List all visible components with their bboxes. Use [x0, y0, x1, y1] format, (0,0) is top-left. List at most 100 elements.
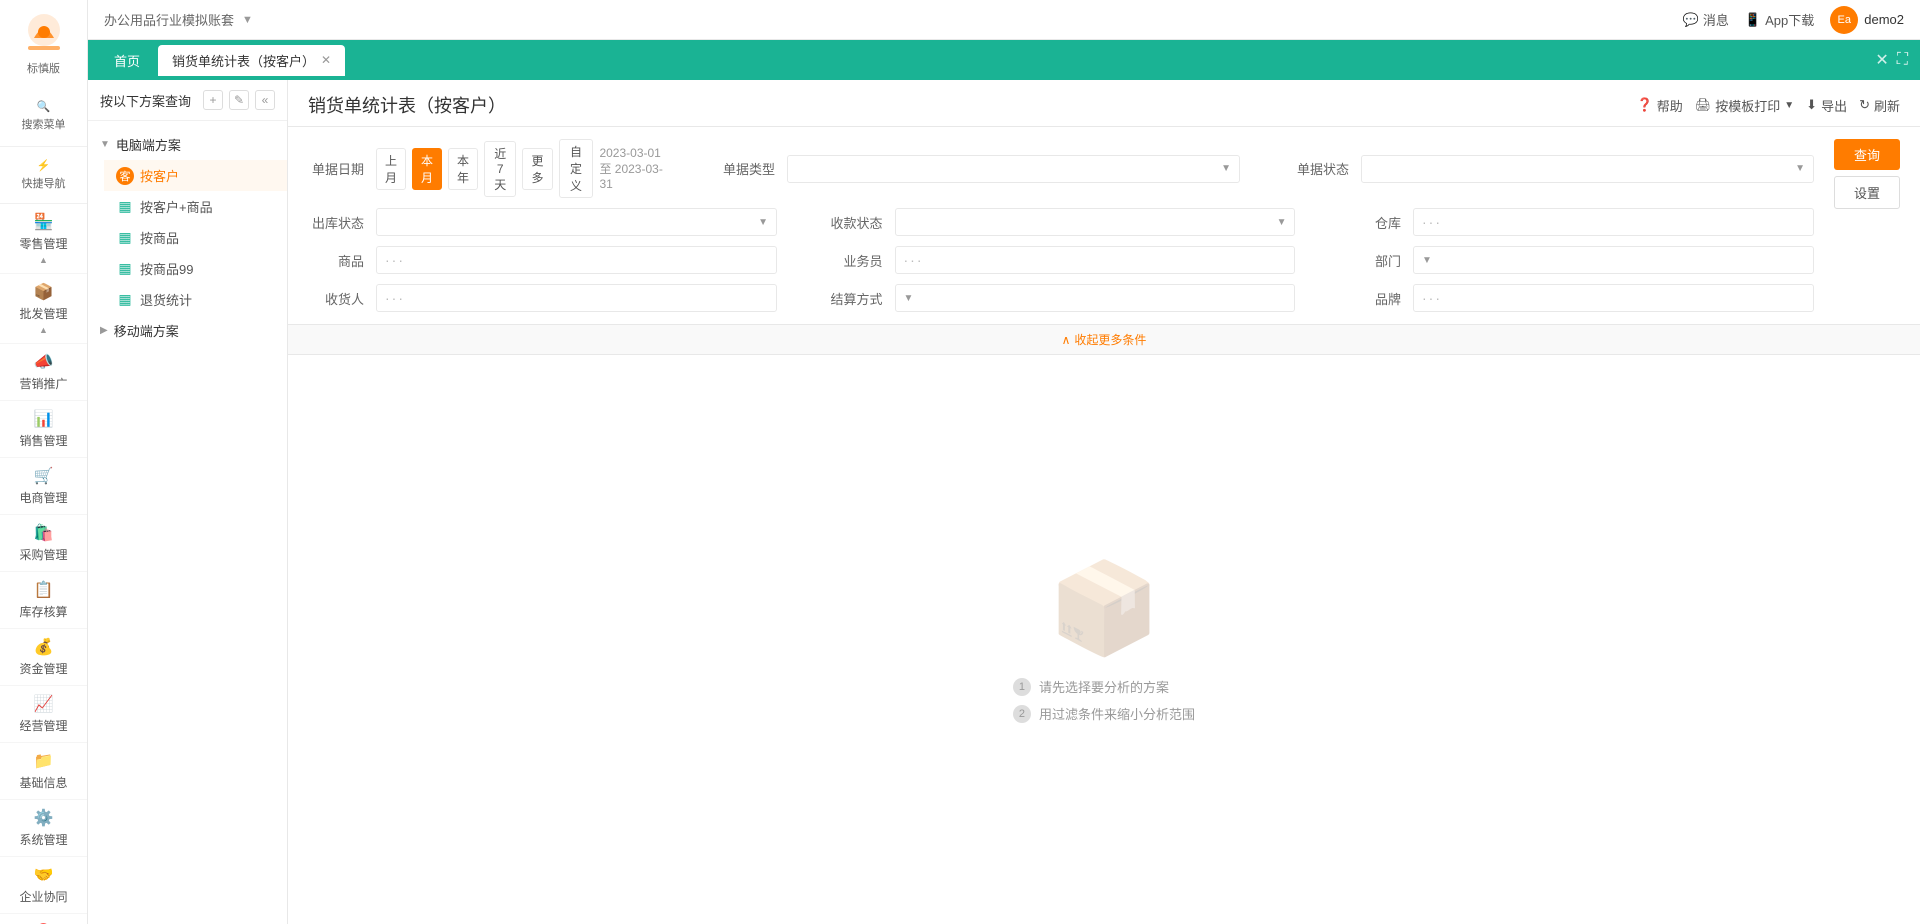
page-actions: ❓ 帮助 🖨 按模板打印 ▼ ⬇ 导出 ↻ 刷新 — [1637, 96, 1900, 115]
date-btn-更多[interactable]: 更多 — [522, 148, 552, 190]
scheme-tree: ▼ 电脑端方案客按客户▦按客户+商品 ▦ 按商品 ▦按商品99 ▦ 退货统计 ▶ 移动端方案 — [88, 121, 287, 924]
sidebar-item-system[interactable]: ⚙️ 系统管理 — [0, 800, 87, 857]
sidebar-item-purchase[interactable]: 🛍️ 采购管理 — [0, 515, 87, 572]
date-filter-group: 上月本月本年近7天更多自定义2023-03-01 至 2023-03-31 — [376, 139, 666, 198]
date-btn-本月[interactable]: 本月 — [412, 148, 442, 190]
tab-sales-stat[interactable]: 销货单统计表（按客户） ✕ — [158, 45, 345, 76]
user-name: demo2 — [1864, 12, 1904, 27]
stock-out-select[interactable]: ▼ — [376, 208, 777, 236]
export-label: 导出 — [1821, 96, 1847, 115]
sidebar-item-inventory[interactable]: 📋 库存核算 — [0, 572, 87, 629]
brand-select[interactable]: ··· — [1413, 284, 1814, 312]
marketing-icon: 📣 — [34, 352, 54, 372]
tree-item-label: 按商品 — [140, 228, 179, 247]
order-type-select[interactable]: ▼ — [787, 155, 1240, 183]
tab-close-icon[interactable]: ✕ — [321, 53, 331, 67]
date-btn-近7天[interactable]: 近7天 — [484, 141, 516, 197]
sidebar-item-operation[interactable]: 📈 经营管理 — [0, 686, 87, 743]
tree-group-header-desktop[interactable]: ▼ 电脑端方案 — [88, 129, 287, 160]
sidebar-item-newbie[interactable]: 🎯 新手引导 — [0, 914, 87, 924]
tree-item-return-stat[interactable]: ▦ 退货统计 — [104, 284, 287, 315]
tab-label: 首页 — [114, 51, 140, 70]
help-button[interactable]: ❓ 帮助 — [1637, 96, 1683, 115]
date-btn-上月[interactable]: 上月 — [376, 148, 406, 190]
breadcrumb-dropdown-icon[interactable]: ▼ — [242, 14, 253, 26]
collapse-scheme-button[interactable]: « — [255, 90, 275, 110]
query-button[interactable]: 查询 — [1834, 139, 1900, 170]
sidebar-item-label: 销售管理 — [19, 432, 67, 449]
chart-icon: ▦ — [116, 229, 134, 247]
print-button[interactable]: 🖨 按模板打印 ▼ — [1695, 96, 1794, 115]
search-menu-label: 搜索菜单 — [22, 116, 66, 132]
refresh-button[interactable]: ↻ 刷新 — [1859, 96, 1900, 115]
quick-nav-section: ⚡ 快捷导航 — [0, 147, 87, 204]
consignee-select[interactable]: ··· — [376, 284, 777, 312]
sidebar-item-ecommerce[interactable]: 🛒 电商管理 — [0, 458, 87, 515]
tree-item-label: 按客户+商品 — [140, 197, 213, 216]
maximize-icon[interactable]: ⛶ — [1897, 51, 1908, 69]
tree-item-by-customer-goods[interactable]: ▦按客户+商品 — [104, 191, 287, 222]
collapse-bar[interactable]: ∧ 收起更多条件 — [288, 325, 1920, 355]
date-btn-本年[interactable]: 本年 — [448, 148, 478, 190]
tree-group-header-mobile[interactable]: ▶ 移动端方案 — [88, 315, 287, 346]
sidebar-item-basic[interactable]: 📁 基础信息 — [0, 743, 87, 800]
chart-icon: ▦ — [116, 291, 134, 309]
hint-2-text: 用过滤条件来缩小分析范围 — [1039, 704, 1195, 723]
filter-actions: 查询 设置 — [1834, 139, 1900, 209]
logo-image — [20, 10, 68, 58]
goods-select[interactable]: ··· — [376, 246, 777, 274]
settings-button[interactable]: 设置 — [1834, 176, 1900, 209]
header-left: 办公用品行业模拟账套 ▼ — [104, 10, 253, 29]
quick-nav-button[interactable]: ⚡ 快捷导航 — [0, 153, 87, 197]
edit-scheme-button[interactable]: ✎ — [229, 90, 249, 110]
sidebar-item-wholesale[interactable]: 📦 批发管理▲ — [0, 274, 87, 344]
logo-text: 标慎版 — [27, 60, 60, 76]
add-scheme-button[interactable]: + — [203, 90, 223, 110]
hint-2-number: 2 — [1013, 705, 1031, 723]
tab-home[interactable]: 首页 — [100, 45, 154, 76]
sidebar-item-enterprise[interactable]: 🤝 企业协同 — [0, 857, 87, 914]
sidebar-item-label: 零售管理 — [19, 235, 67, 252]
message-label: 消息 — [1703, 10, 1729, 29]
receipt-status-chevron-icon: ▼ — [1277, 217, 1287, 228]
purchase-icon: 🛍️ — [34, 523, 54, 543]
sidebar-item-finance[interactable]: 💰 资金管理 — [0, 629, 87, 686]
hint-1-text: 请先选择要分析的方案 — [1039, 677, 1169, 696]
scheme-panel-actions: + ✎ « — [203, 90, 275, 110]
tree-group-label: 电脑端方案 — [116, 135, 181, 154]
system-icon: ⚙️ — [34, 808, 54, 828]
filter-area: 单据日期 上月本月本年近7天更多自定义2023-03-01 至 2023-03-… — [288, 127, 1920, 325]
receipt-status-select[interactable]: ▼ — [895, 208, 1296, 236]
department-select[interactable]: ▼ — [1413, 246, 1814, 274]
sidebar-item-retail[interactable]: 🏪 零售管理▲ — [0, 204, 87, 274]
salesman-dots-icon: ··· — [904, 252, 924, 268]
scheme-panel: 按以下方案查询 + ✎ « ▼ 电脑端方案客按客户▦按客户+商品▦按商品▦按商品… — [88, 80, 288, 924]
close-all-tabs-icon[interactable]: ✕ — [1875, 50, 1888, 70]
warehouse-select[interactable]: ··· — [1413, 208, 1814, 236]
finance-icon: 💰 — [34, 637, 54, 657]
sidebar-item-marketing[interactable]: 📣 营销推广 — [0, 344, 87, 401]
print-dropdown-icon: ▼ — [1784, 100, 1794, 111]
order-status-select[interactable]: ▼ — [1361, 155, 1814, 183]
app-download-button[interactable]: 📱 App下载 — [1745, 10, 1814, 29]
message-button[interactable]: 💬 消息 — [1683, 10, 1729, 29]
search-menu-button[interactable]: 🔍 搜索菜单 — [8, 96, 79, 136]
tree-item-by-customer[interactable]: 客按客户 — [104, 160, 287, 191]
collapse-icon: ∧ — [1062, 333, 1071, 347]
sidebar-item-sales[interactable]: 📊 销售管理 — [0, 401, 87, 458]
user-profile[interactable]: Ea demo2 — [1830, 6, 1904, 34]
date-range-text: 2023-03-01 至 2023-03-31 — [599, 146, 666, 191]
top-header: 办公用品行业模拟账套 ▼ 💬 消息 📱 App下载 Ea demo2 — [88, 0, 1920, 40]
sales-icon: 📊 — [34, 409, 54, 429]
tab-label: 销货单统计表（按客户） — [172, 51, 315, 70]
settlement-select[interactable]: ▼ — [895, 284, 1296, 312]
tree-item-by-goods[interactable]: ▦ 按商品 — [104, 222, 287, 253]
tree-item-label: 退货统计 — [140, 290, 192, 309]
tree-children-desktop: 客按客户▦按客户+商品 ▦ 按商品 ▦按商品99 ▦ 退货统计 — [88, 160, 287, 315]
settlement-label: 结算方式 — [827, 289, 883, 308]
tree-item-by-goods99[interactable]: ▦按商品99 — [104, 253, 287, 284]
salesman-select[interactable]: ··· — [895, 246, 1296, 274]
tree-group-label: 移动端方案 — [114, 321, 179, 340]
date-btn-自定义[interactable]: 自定义 — [559, 139, 594, 198]
export-button[interactable]: ⬇ 导出 — [1806, 96, 1847, 115]
